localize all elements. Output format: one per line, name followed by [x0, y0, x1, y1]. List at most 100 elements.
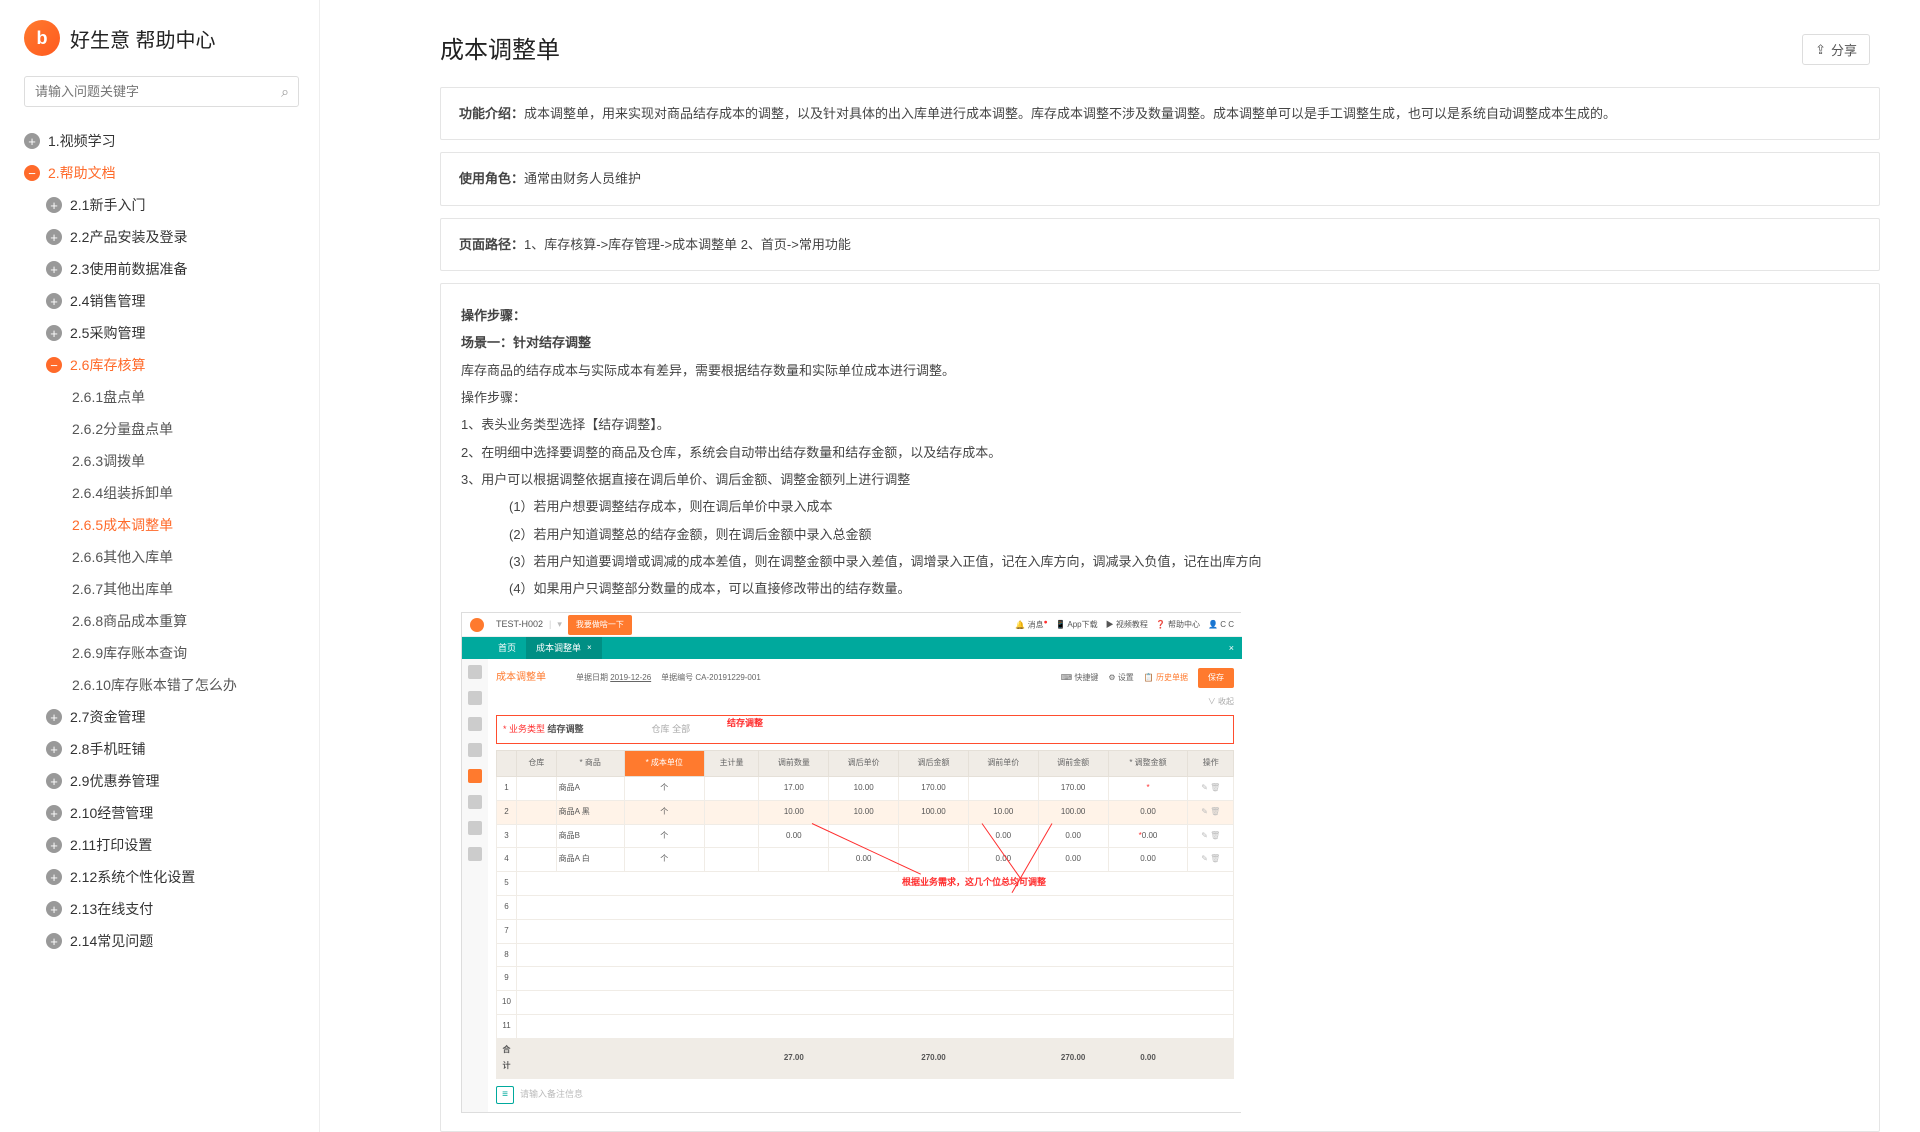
step-3-4: (4）如果用户只调整部分数量的成本，可以直接修改带出的结存数量。: [461, 575, 1859, 602]
nav-label: 2.9优惠券管理: [70, 771, 159, 791]
nav-label: 1.视频学习: [48, 131, 116, 151]
nav-2-2[interactable]: +2.2产品安装及登录: [24, 221, 299, 253]
nav-2-1[interactable]: +2.1新手入门: [24, 189, 299, 221]
nav-label: 2.12系统个性化设置: [70, 867, 195, 887]
nav-2-3[interactable]: +2.3使用前数据准备: [24, 253, 299, 285]
nav-2-6-3[interactable]: 2.6.3调拨单: [24, 445, 299, 477]
logo-icon: b: [24, 20, 60, 56]
annotation-1: 结存调整: [727, 714, 763, 733]
nav-label: 2.6.7其他出库单: [72, 579, 173, 599]
nav-2-14[interactable]: +2.14常见问题: [24, 925, 299, 957]
nav-2-6-5[interactable]: 2.6.5成本调整单: [24, 509, 299, 541]
nav-2-6-2[interactable]: 2.6.2分量盘点单: [24, 413, 299, 445]
nav-2-11[interactable]: +2.11打印设置: [24, 829, 299, 861]
page-title: 成本调整单: [440, 30, 1880, 65]
nav-label: 2.5采购管理: [70, 323, 145, 343]
nav-label: 2.帮助文档: [48, 163, 116, 183]
sidebar: b 好生意 帮助中心 ⌕ +1.视频学习 −2.帮助文档 +2.1新手入门 +2…: [0, 0, 320, 1132]
share-icon: ⇪: [1815, 42, 1826, 58]
nav-label: 2.6.3调拨单: [72, 451, 145, 471]
mini-tabs: 首页 成本调整单× ×: [462, 637, 1242, 659]
nav-video-learning[interactable]: +1.视频学习: [24, 125, 299, 157]
nav-2-8[interactable]: +2.8手机旺铺: [24, 733, 299, 765]
steps-title: 操作步骤：: [461, 302, 1859, 329]
nav-2-6-10[interactable]: 2.6.10库存账本错了怎么办: [24, 669, 299, 701]
mini-filter-row: * 业务类型 结存调整 仓库 全部 结存调整: [496, 715, 1234, 744]
step-3-1: (1）若用户想要调整结存成本，则在调后单价中录入成本: [461, 493, 1859, 520]
mini-sidebar: [462, 659, 488, 1112]
nav-label: 2.6.8商品成本重算: [72, 611, 187, 631]
nav-label: 2.6.4组装拆卸单: [72, 483, 173, 503]
nav-label: 2.8手机旺铺: [70, 739, 145, 759]
nav-label: 2.6.2分量盘点单: [72, 419, 173, 439]
nav-help-docs[interactable]: −2.帮助文档: [24, 157, 299, 189]
nav-label: 2.14常见问题: [70, 931, 153, 951]
main-content: ⇪ 分享 成本调整单 功能介绍：成本调整单，用来实现对商品结存成本的调整，以及针…: [320, 0, 1920, 1132]
path-label: 页面路径：: [459, 237, 524, 252]
content-body: 操作步骤： 场景一：针对结存调整 库存商品的结存成本与实际成本有差异，需要根据结…: [440, 283, 1880, 1132]
mini-footer: ≡ 请输入备注信息: [496, 1085, 1234, 1104]
nav-label: 2.6.9库存账本查询: [72, 643, 187, 663]
step-3-2: (2）若用户知道调整总的结存金额，则在调后金额中录入总金额: [461, 521, 1859, 548]
mini-orange-button: 我要做啥一下: [568, 615, 632, 636]
nav-2-6[interactable]: −2.6库存核算: [24, 349, 299, 381]
mini-tab-home: 首页: [488, 637, 526, 659]
mini-logo-icon: [470, 618, 484, 632]
nav-2-6-4[interactable]: 2.6.4组装拆卸单: [24, 477, 299, 509]
annotation-2: 根据业务需求，这几个位总均可调整: [902, 873, 1046, 892]
nav-label: 2.7资金管理: [70, 707, 145, 727]
nav-2-13[interactable]: +2.13在线支付: [24, 893, 299, 925]
role-text: 通常由财务人员维护: [524, 171, 641, 186]
nav-label: 2.11打印设置: [70, 835, 152, 855]
nav-2-6-9[interactable]: 2.6.9库存账本查询: [24, 637, 299, 669]
search-box: ⌕: [24, 76, 299, 107]
nav-label: 2.1新手入门: [70, 195, 145, 215]
nav-2-6-8[interactable]: 2.6.8商品成本重算: [24, 605, 299, 637]
nav-label: 2.10经营管理: [70, 803, 153, 823]
share-label: 分享: [1831, 40, 1857, 59]
intro-text: 成本调整单，用来实现对商品结存成本的调整，以及针对具体的出入库单进行成本调整。库…: [524, 106, 1616, 121]
embedded-screenshot: TEST-H002 | ▾ 我要做啥一下 🔔 消息● 📱 App下载 ▶ 视频教…: [461, 612, 1241, 1113]
intro-box: 功能介绍：成本调整单，用来实现对商品结存成本的调整，以及针对具体的出入库单进行成…: [440, 87, 1880, 140]
nav-label: 2.2产品安装及登录: [70, 227, 187, 247]
nav-2-6-1[interactable]: 2.6.1盘点单: [24, 381, 299, 413]
share-button[interactable]: ⇪ 分享: [1802, 34, 1870, 65]
path-text: 1、库存核算->库存管理->成本调整单 2、首页->常用功能: [524, 237, 851, 252]
step-3: 3、用户可以根据调整依据直接在调后单价、调后金额、调整金额列上进行调整: [461, 466, 1859, 493]
logo: b 好生意 帮助中心: [24, 20, 299, 56]
nav-label: 2.4销售管理: [70, 291, 145, 311]
nav-2-7[interactable]: +2.7资金管理: [24, 701, 299, 733]
nav-2-10[interactable]: +2.10经营管理: [24, 797, 299, 829]
nav-label: 2.6.10库存账本错了怎么办: [72, 675, 237, 695]
nav-label: 2.6.6其他入库单: [72, 547, 173, 567]
nav-label: 2.6库存核算: [70, 355, 145, 375]
nav-label: 2.6.1盘点单: [72, 387, 145, 407]
nav-label: 2.13在线支付: [70, 899, 153, 919]
nav-2-4[interactable]: +2.4销售管理: [24, 285, 299, 317]
step-1: 1、表头业务类型选择【结存调整】。: [461, 411, 1859, 438]
mini-tab-doc: 成本调整单×: [526, 637, 602, 659]
role-box: 使用角色：通常由财务人员维护: [440, 152, 1880, 205]
search-input[interactable]: [24, 76, 299, 107]
mini-table: 仓库 * 商品 * 成本单位 主计量 调前数量 调后单价 调后金额 调前单价 调…: [496, 750, 1234, 1079]
nav-label: 2.3使用前数据准备: [70, 259, 187, 279]
steps-label: 操作步骤：: [461, 384, 1859, 411]
scene1-title: 场景一：针对结存调整: [461, 329, 1859, 356]
scene1-desc: 库存商品的结存成本与实际成本有差异，需要根据结存数量和实际单位成本进行调整。: [461, 357, 1859, 384]
step-2: 2、在明细中选择要调整的商品及仓库，系统会自动带出结存数量和结存金额，以及结存成…: [461, 439, 1859, 466]
nav-2-9[interactable]: +2.9优惠券管理: [24, 765, 299, 797]
nav-label: 2.6.5成本调整单: [72, 515, 173, 535]
search-icon[interactable]: ⌕: [281, 83, 289, 100]
path-box: 页面路径：1、库存核算->库存管理->成本调整单 2、首页->常用功能: [440, 218, 1880, 271]
nav-2-6-7[interactable]: 2.6.7其他出库单: [24, 573, 299, 605]
intro-label: 功能介绍：: [459, 106, 524, 121]
nav-2-5[interactable]: +2.5采购管理: [24, 317, 299, 349]
nav-2-12[interactable]: +2.12系统个性化设置: [24, 861, 299, 893]
mini-doc-title: 成本调整单: [496, 667, 546, 688]
role-label: 使用角色：: [459, 171, 524, 186]
mini-topbar: TEST-H002 | ▾ 我要做啥一下 🔔 消息● 📱 App下载 ▶ 视频教…: [462, 613, 1242, 637]
logo-text: 好生意 帮助中心: [70, 24, 216, 53]
mini-test-label: TEST-H002: [496, 615, 543, 634]
nav-2-6-6[interactable]: 2.6.6其他入库单: [24, 541, 299, 573]
step-3-3: (3）若用户知道要调增或调减的成本差值，则在调整金额中录入差值，调增录入正值，记…: [461, 548, 1859, 575]
